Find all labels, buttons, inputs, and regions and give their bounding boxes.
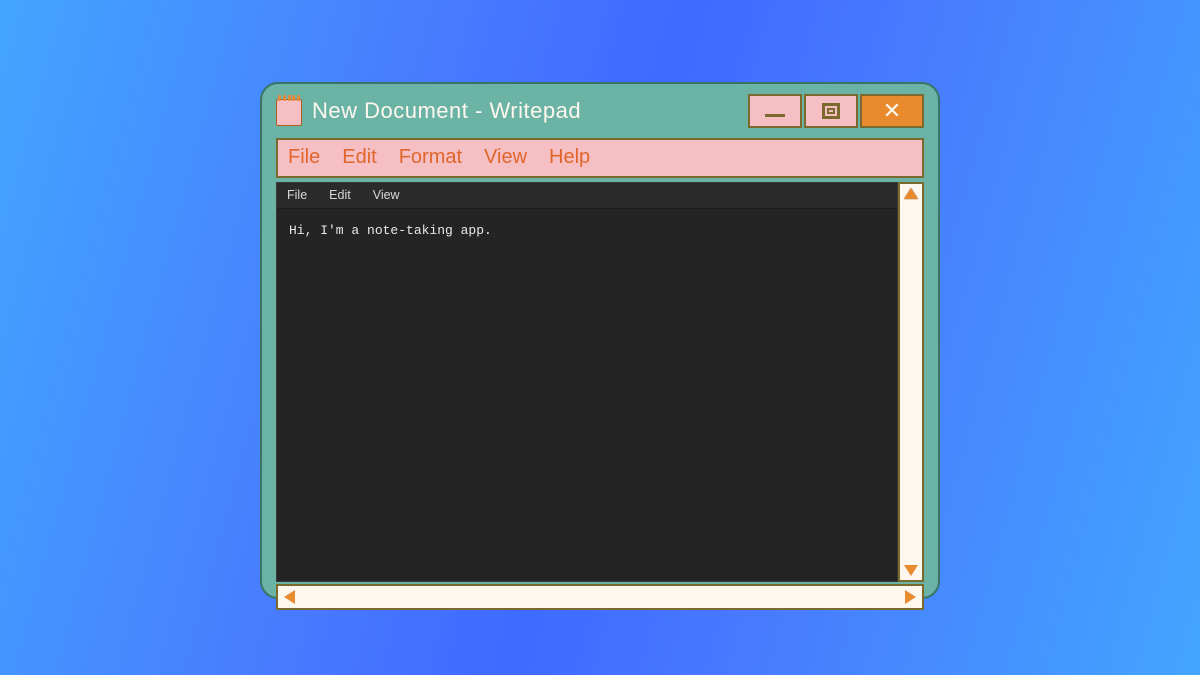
maximize-icon [822,103,840,119]
close-button[interactable]: ✕ [860,94,924,128]
window-title: New Document - Writepad [312,98,738,124]
minimize-button[interactable] [748,94,802,128]
titlebar[interactable]: New Document - Writepad ✕ [262,84,938,136]
minimize-icon [765,114,785,117]
scroll-left-icon[interactable] [284,590,295,604]
editor-container: File Edit View Hi, I'm a note-taking app… [276,182,898,582]
app-window: New Document - Writepad ✕ File Edit Form… [260,82,940,599]
menu-view[interactable]: View [484,146,527,169]
menu-help[interactable]: Help [549,146,590,169]
horizontal-scrollbar[interactable] [276,584,924,610]
menu-edit[interactable]: Edit [342,146,376,169]
menu-format[interactable]: Format [399,146,462,169]
vertical-scrollbar[interactable] [898,182,924,582]
scroll-up-icon[interactable] [904,188,918,199]
maximize-button[interactable] [804,94,858,128]
scroll-down-icon[interactable] [904,565,918,576]
editor-textarea[interactable]: Hi, I'm a note-taking app. [277,209,897,581]
menubar: File Edit Format View Help [276,138,924,178]
inner-menubar: File Edit View [277,183,897,209]
inner-menu-file[interactable]: File [287,188,307,202]
inner-menu-edit[interactable]: Edit [329,188,351,202]
inner-menu-view[interactable]: View [373,188,400,202]
close-icon: ✕ [883,100,901,122]
window-controls: ✕ [748,94,924,128]
menu-file[interactable]: File [288,146,320,169]
notepad-icon [276,96,302,126]
scroll-right-icon[interactable] [905,590,916,604]
content-area: File Edit View Hi, I'm a note-taking app… [276,182,924,582]
